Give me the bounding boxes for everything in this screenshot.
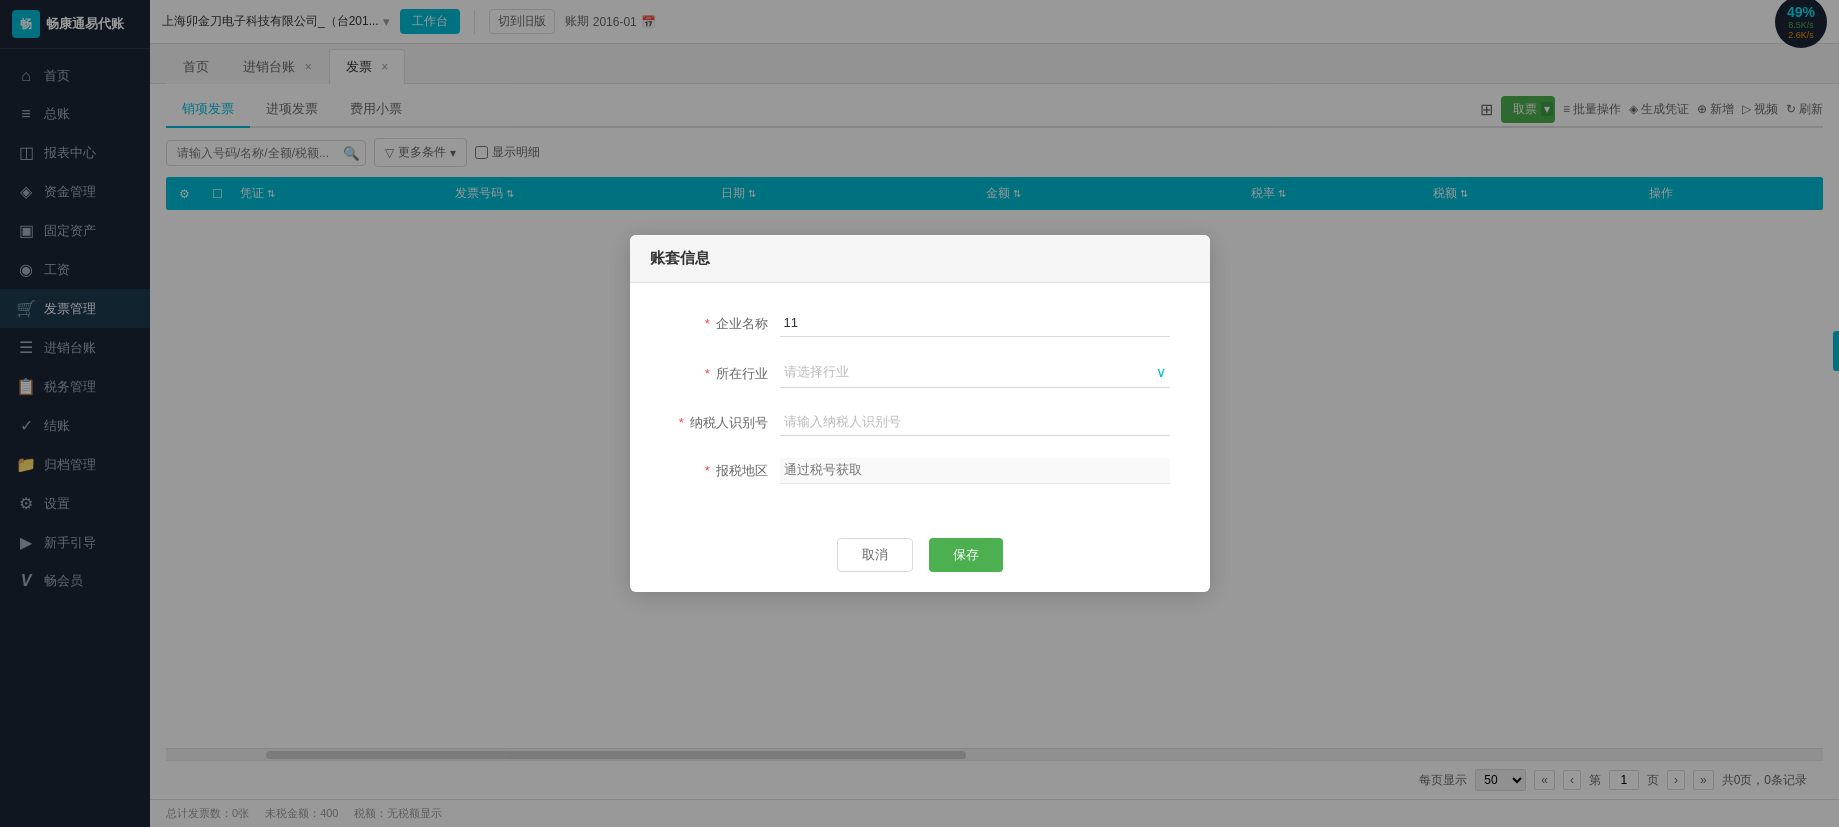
required-star: * — [679, 415, 684, 430]
tax-id-input[interactable] — [780, 410, 1170, 436]
save-button[interactable]: 保存 — [929, 538, 1003, 572]
save-label: 保存 — [953, 547, 979, 562]
cancel-label: 取消 — [862, 547, 888, 562]
tax-region-label: * 报税地区 — [670, 462, 780, 480]
modal-title: 账套信息 — [650, 249, 710, 266]
industry-select[interactable]: 请选择行业 ∨ — [780, 359, 1170, 388]
company-name-label: * 企业名称 — [670, 315, 780, 333]
modal-overlay: 账套信息 * 企业名称 * 所在行业 请选择行业 ∨ — [0, 0, 1839, 827]
form-row-tax-id: * 纳税人识别号 — [670, 410, 1170, 436]
tax-region-label-text: 报税地区 — [716, 463, 768, 478]
industry-label-text: 所在行业 — [716, 366, 768, 381]
cancel-button[interactable]: 取消 — [837, 538, 913, 572]
industry-dropdown-icon: ∨ — [1156, 364, 1166, 380]
industry-label: * 所在行业 — [670, 365, 780, 383]
tax-id-label: * 纳税人识别号 — [670, 414, 780, 432]
company-name-label-text: 企业名称 — [716, 316, 768, 331]
modal-body: * 企业名称 * 所在行业 请选择行业 ∨ * 纳 — [630, 283, 1210, 526]
modal-header: 账套信息 — [630, 235, 1210, 283]
modal-footer: 取消 保存 — [630, 526, 1210, 592]
account-info-modal: 账套信息 * 企业名称 * 所在行业 请选择行业 ∨ — [630, 235, 1210, 592]
required-star: * — [705, 316, 710, 331]
form-row-industry: * 所在行业 请选择行业 ∨ — [670, 359, 1170, 388]
form-row-tax-region: * 报税地区 — [670, 458, 1170, 484]
required-star: * — [705, 463, 710, 478]
form-row-company-name: * 企业名称 — [670, 311, 1170, 337]
tax-region-input — [780, 458, 1170, 484]
industry-select-placeholder: 请选择行业 — [784, 363, 1156, 381]
required-star: * — [705, 366, 710, 381]
tax-id-label-text: 纳税人识别号 — [690, 415, 768, 430]
company-name-input[interactable] — [780, 311, 1170, 337]
